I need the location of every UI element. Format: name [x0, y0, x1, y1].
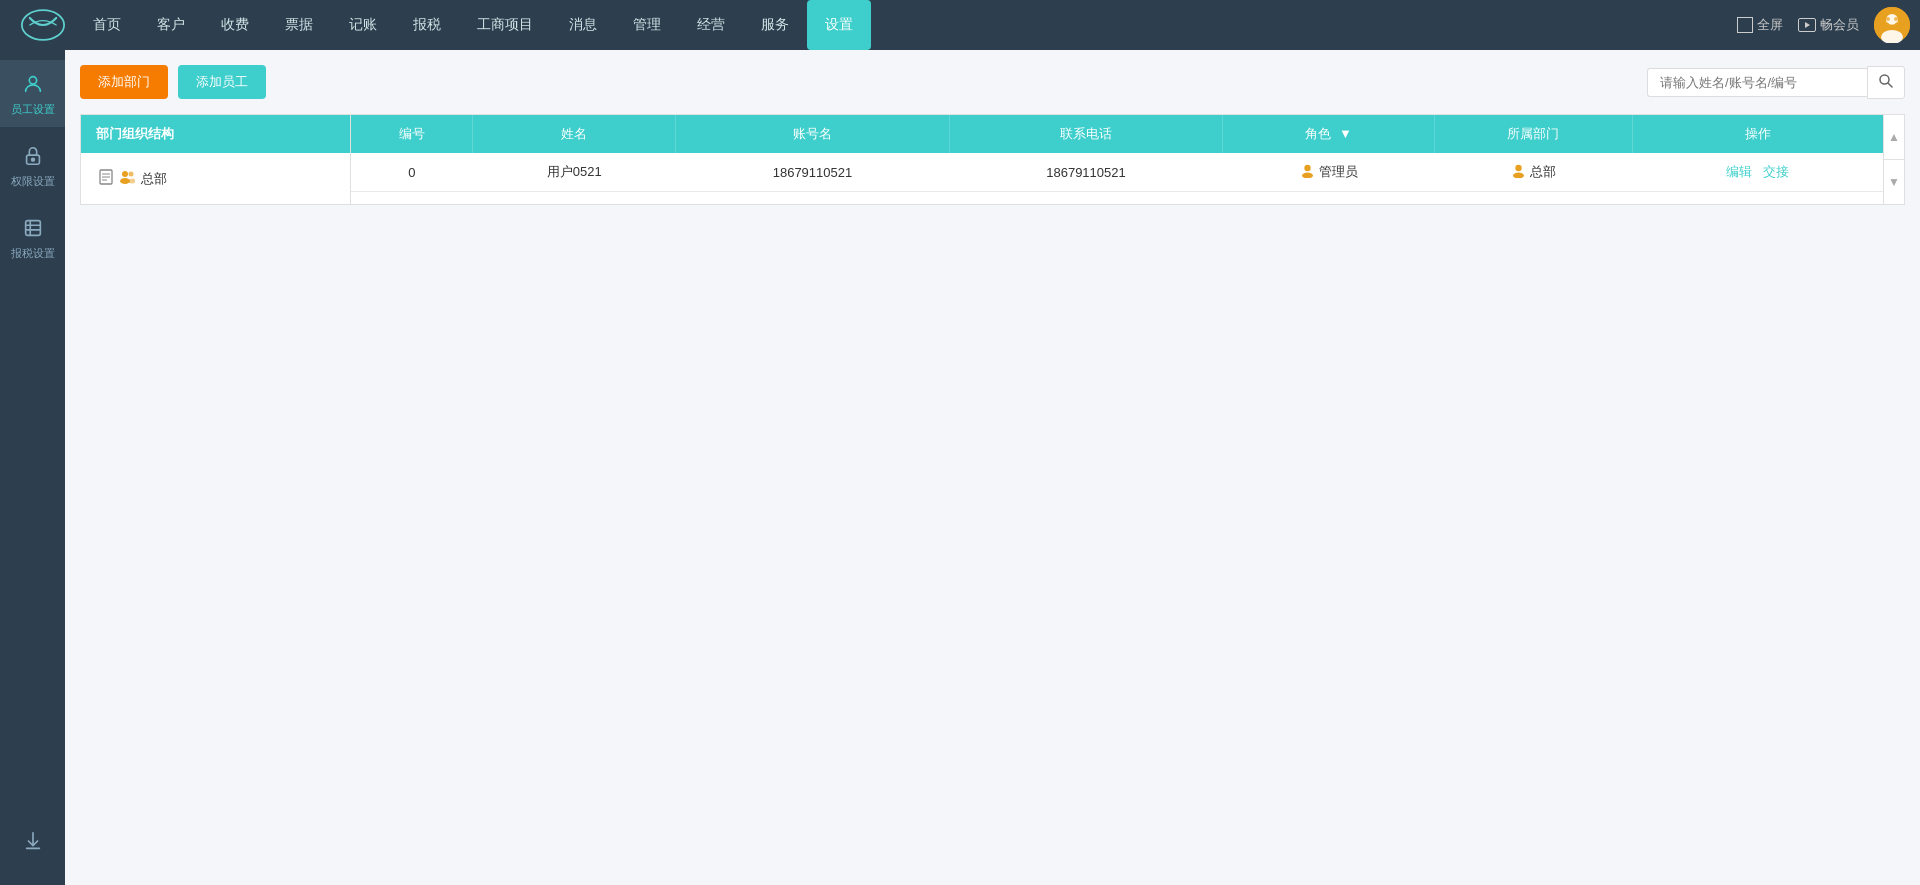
cell-name: 用户0521 — [473, 153, 676, 192]
video-icon — [1798, 18, 1816, 32]
nav-fee[interactable]: 收费 — [203, 0, 267, 50]
action-bar: 添加部门 添加员工 — [80, 65, 1905, 99]
col-account: 账号名 — [676, 115, 950, 153]
scroll-down-button[interactable]: ▼ — [1884, 160, 1904, 204]
add-emp-button[interactable]: 添加员工 — [178, 65, 266, 99]
file-icon — [99, 169, 113, 188]
svg-point-5 — [1886, 17, 1890, 21]
svg-point-9 — [31, 158, 34, 161]
svg-point-27 — [1513, 172, 1524, 178]
main-content: 添加部门 添加员工 部门组织结构 — [65, 50, 1920, 885]
sidebar-item-employee-label: 员工设置 — [11, 102, 55, 117]
search-button[interactable] — [1867, 66, 1905, 99]
app-logo — [10, 9, 75, 41]
layout: 员工设置 权限设置 报税设置 — [0, 50, 1920, 885]
sidebar-bottom — [0, 817, 65, 885]
table-container: 部门组织结构 — [80, 114, 1905, 205]
fullscreen-icon — [1737, 17, 1753, 33]
main-nav: 首页 客户 收费 票据 记账 报税 工商项目 消息 管理 经营 服务 设置 — [75, 0, 1737, 50]
search-input[interactable] — [1647, 68, 1867, 97]
permission-icon — [19, 142, 47, 170]
svg-point-6 — [1894, 17, 1898, 21]
sidebar-item-taxsettings[interactable]: 报税设置 — [0, 204, 65, 271]
transfer-link[interactable]: 交接 — [1763, 164, 1789, 179]
vip-button[interactable]: 畅会员 — [1798, 16, 1859, 34]
scroll-up-button[interactable]: ▲ — [1884, 115, 1904, 160]
employee-table: 编号 姓名 账号名 联系电话 角色 ▼ 所属部门 操作 — [351, 115, 1883, 204]
svg-point-23 — [129, 178, 136, 183]
svg-point-25 — [1302, 172, 1313, 178]
tax-icon — [19, 214, 47, 242]
col-ops: 操作 — [1632, 115, 1883, 153]
col-phone: 联系电话 — [949, 115, 1223, 153]
cell-account: 18679110521 — [676, 153, 950, 192]
svg-point-26 — [1515, 164, 1521, 170]
search-bar — [1647, 66, 1905, 99]
search-icon — [1878, 73, 1894, 89]
nav-customer[interactable]: 客户 — [139, 0, 203, 50]
top-nav: 首页 客户 收费 票据 记账 报税 工商项目 消息 管理 经营 服务 设置 全屏… — [0, 0, 1920, 50]
nav-operation[interactable]: 经营 — [679, 0, 743, 50]
cell-id: 0 — [351, 153, 473, 192]
scroll-arrows: ▲ ▼ — [1883, 115, 1904, 204]
nav-accounting[interactable]: 记账 — [331, 0, 395, 50]
sidebar-item-permission-label: 权限设置 — [11, 174, 55, 189]
dept-user-icon — [1511, 164, 1526, 181]
svg-rect-10 — [25, 221, 40, 236]
download-icon — [19, 827, 47, 855]
col-id: 编号 — [351, 115, 473, 153]
user-avatar[interactable] — [1874, 7, 1910, 43]
nav-home[interactable]: 首页 — [75, 0, 139, 50]
col-role: 角色 ▼ — [1223, 115, 1435, 153]
svg-point-7 — [29, 77, 36, 84]
user-group-icon — [119, 170, 135, 188]
col-name: 姓名 — [473, 115, 676, 153]
nav-business[interactable]: 工商项目 — [459, 0, 551, 50]
nav-manage[interactable]: 管理 — [615, 0, 679, 50]
cell-role: 管理员 — [1223, 153, 1435, 192]
svg-point-22 — [129, 171, 134, 176]
fullscreen-button[interactable]: 全屏 — [1737, 16, 1783, 34]
sidebar-item-download[interactable] — [0, 817, 65, 865]
nav-service[interactable]: 服务 — [743, 0, 807, 50]
svg-point-20 — [122, 171, 128, 177]
nav-tax[interactable]: 报税 — [395, 0, 459, 50]
svg-point-24 — [1304, 164, 1310, 170]
employee-icon — [19, 70, 47, 98]
tree-panel: 部门组织结构 — [81, 115, 351, 204]
tree-item-label: 总部 — [141, 170, 167, 188]
sidebar-item-permission[interactable]: 权限设置 — [0, 132, 65, 199]
col-dept: 所属部门 — [1435, 115, 1633, 153]
cell-dept: 总部 — [1435, 153, 1633, 192]
nav-settings[interactable]: 设置 — [807, 0, 871, 50]
tree-body: 总部 — [81, 153, 350, 204]
cell-ops: 编辑 交接 — [1632, 153, 1883, 192]
svg-marker-1 — [1805, 22, 1810, 28]
nav-message[interactable]: 消息 — [551, 0, 615, 50]
right-actions: 全屏 畅会员 — [1737, 7, 1910, 43]
sidebar-item-taxsettings-label: 报税设置 — [11, 246, 55, 261]
tree-item-general[interactable]: 总部 — [91, 163, 340, 194]
cell-phone: 18679110521 — [949, 153, 1223, 192]
nav-bill[interactable]: 票据 — [267, 0, 331, 50]
edit-link[interactable]: 编辑 — [1726, 164, 1752, 179]
tree-header: 部门组织结构 — [81, 115, 350, 153]
role-user-icon — [1300, 164, 1315, 181]
table-row: 0 用户0521 18679110521 18679110521 — [351, 153, 1883, 192]
vip-label: 畅会员 — [1820, 16, 1859, 34]
sidebar-item-employee[interactable]: 员工设置 — [0, 60, 65, 127]
role-filter-icon[interactable]: ▼ — [1339, 126, 1352, 141]
sidebar: 员工设置 权限设置 报税设置 — [0, 50, 65, 885]
fullscreen-label: 全屏 — [1757, 16, 1783, 34]
svg-line-15 — [1888, 83, 1892, 87]
add-dept-button[interactable]: 添加部门 — [80, 65, 168, 99]
